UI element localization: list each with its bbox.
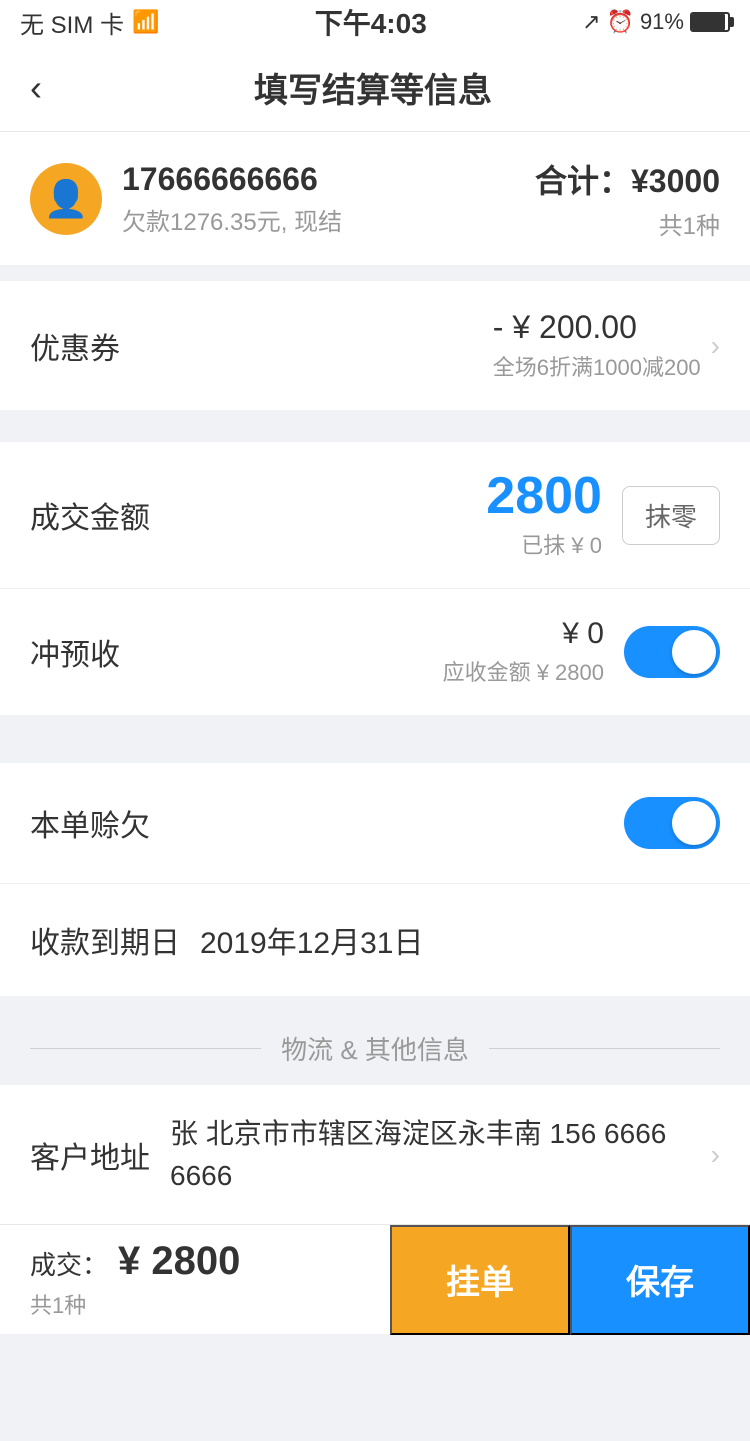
status-bar: 无 SIM 卡 📶 下午4:03 ↗ ⏰ 91% xyxy=(0,0,750,44)
chevron-right-icon: › xyxy=(711,330,720,362)
avatar-icon: 👤 xyxy=(44,178,89,220)
prepay-value-block: ¥ 0 应收金额 ¥ 2800 xyxy=(443,617,604,687)
customer-right: 合计：¥3000 共1种 xyxy=(535,156,720,241)
coupon-row[interactable]: 优惠券 - ¥ 200.00 全场6折满1000减200 › xyxy=(0,281,750,410)
round-button[interactable]: 抹零 xyxy=(622,486,720,545)
customer-row: 👤 17666666666 欠款1276.35元, 现结 合计：¥3000 共1… xyxy=(0,132,750,265)
header: ‹ 填写结算等信息 xyxy=(0,44,750,132)
customer-note: 欠款1276.35元, 现结 xyxy=(122,202,342,237)
address-label: 客户地址 xyxy=(30,1133,150,1177)
due-date-row: 收款到期日 2019年12月31日 xyxy=(0,883,750,996)
location-icon: ↗ xyxy=(582,9,600,35)
avatar: 👤 xyxy=(30,163,102,235)
credit-row: 本单赊欠 xyxy=(0,763,750,883)
deal-right: 2800 已抹 ¥ 0 抹零 xyxy=(486,470,720,560)
total-amount: 合计：¥3000 xyxy=(535,156,720,202)
prepay-row: 冲预收 ¥ 0 应收金额 ¥ 2800 xyxy=(0,588,750,715)
prepay-toggle[interactable] xyxy=(624,626,720,678)
credit-toggle-circle xyxy=(672,801,716,845)
divider xyxy=(0,426,750,442)
coupon-label: 优惠券 xyxy=(30,324,120,368)
customer-info: 17666666666 欠款1276.35元, 现结 xyxy=(122,161,342,237)
address-row[interactable]: 客户地址 张 北京市市辖区海淀区永丰南 156 6666 6666 › xyxy=(0,1085,750,1225)
due-date-value: 2019年12月31日 xyxy=(200,918,423,962)
deal-amount-value: 2800 xyxy=(486,470,602,522)
status-time: 下午4:03 xyxy=(315,2,427,42)
alarm-icon: ⏰ xyxy=(607,9,634,35)
logistics-line-left xyxy=(30,1048,261,1049)
bottom-count: 共1种 xyxy=(30,1288,360,1320)
prepay-sub: 应收金额 ¥ 2800 xyxy=(443,655,604,687)
bottom-deal-label: 成交： xyxy=(30,1245,108,1282)
credit-section: 本单赊欠 收款到期日 2019年12月31日 xyxy=(0,763,750,996)
coupon-right: - ¥ 200.00 全场6折满1000减200 xyxy=(493,309,701,382)
address-value: 张 北京市市辖区海淀区永丰南 156 6666 6666 xyxy=(170,1113,691,1197)
divider-2 xyxy=(0,731,750,747)
page-title: 填写结算等信息 xyxy=(62,63,684,112)
bottom-total-row: 成交： ¥ 2800 xyxy=(30,1239,360,1284)
credit-label: 本单赊欠 xyxy=(30,801,150,845)
prepay-amount: ¥ 0 xyxy=(443,617,604,651)
save-button[interactable]: 保存 xyxy=(570,1225,750,1335)
deal-amount-row: 成交金额 2800 已抹 ¥ 0 抹零 xyxy=(0,442,750,588)
pending-button[interactable]: 挂单 xyxy=(390,1225,570,1335)
bottom-bar: 成交： ¥ 2800 共1种 挂单 保存 xyxy=(0,1224,750,1334)
prepay-right: ¥ 0 应收金额 ¥ 2800 xyxy=(443,617,720,687)
deal-amount-label: 成交金额 xyxy=(30,493,150,537)
deal-amount-sub: 已抹 ¥ 0 xyxy=(486,528,602,560)
logistics-label: 物流 & 其他信息 xyxy=(281,1030,469,1067)
battery-percent: 91% xyxy=(640,9,684,35)
toggle-circle xyxy=(672,630,716,674)
credit-toggle[interactable] xyxy=(624,797,720,849)
customer-phone: 17666666666 xyxy=(122,161,342,198)
address-chevron-icon: › xyxy=(711,1139,720,1171)
bottom-amount: ¥ 2800 xyxy=(118,1239,240,1284)
logistics-divider: 物流 & 其他信息 xyxy=(0,1012,750,1085)
coupon-discount: - ¥ 200.00 xyxy=(493,309,701,346)
due-date-label: 收款到期日 xyxy=(30,918,180,962)
customer-left: 👤 17666666666 欠款1276.35元, 现结 xyxy=(30,161,342,237)
battery-icon xyxy=(690,12,730,32)
status-left: 无 SIM 卡 📶 xyxy=(20,5,159,40)
coupon-desc: 全场6折满1000减200 xyxy=(493,350,701,382)
logistics-line-right xyxy=(489,1048,720,1049)
back-button[interactable]: ‹ xyxy=(30,67,42,109)
deal-amount-section: 成交金额 2800 已抹 ¥ 0 抹零 冲预收 ¥ 0 应收金额 ¥ 2800 xyxy=(0,442,750,715)
status-right: ↗ ⏰ 91% xyxy=(582,9,730,35)
prepay-label: 冲预收 xyxy=(30,630,120,674)
bottom-info: 成交： ¥ 2800 共1种 xyxy=(0,1239,390,1320)
wifi-icon: 📶 xyxy=(132,9,159,35)
deal-amount-block: 2800 已抹 ¥ 0 xyxy=(486,470,602,560)
sim-label: 无 SIM 卡 xyxy=(20,5,124,40)
total-count: 共1种 xyxy=(535,206,720,241)
